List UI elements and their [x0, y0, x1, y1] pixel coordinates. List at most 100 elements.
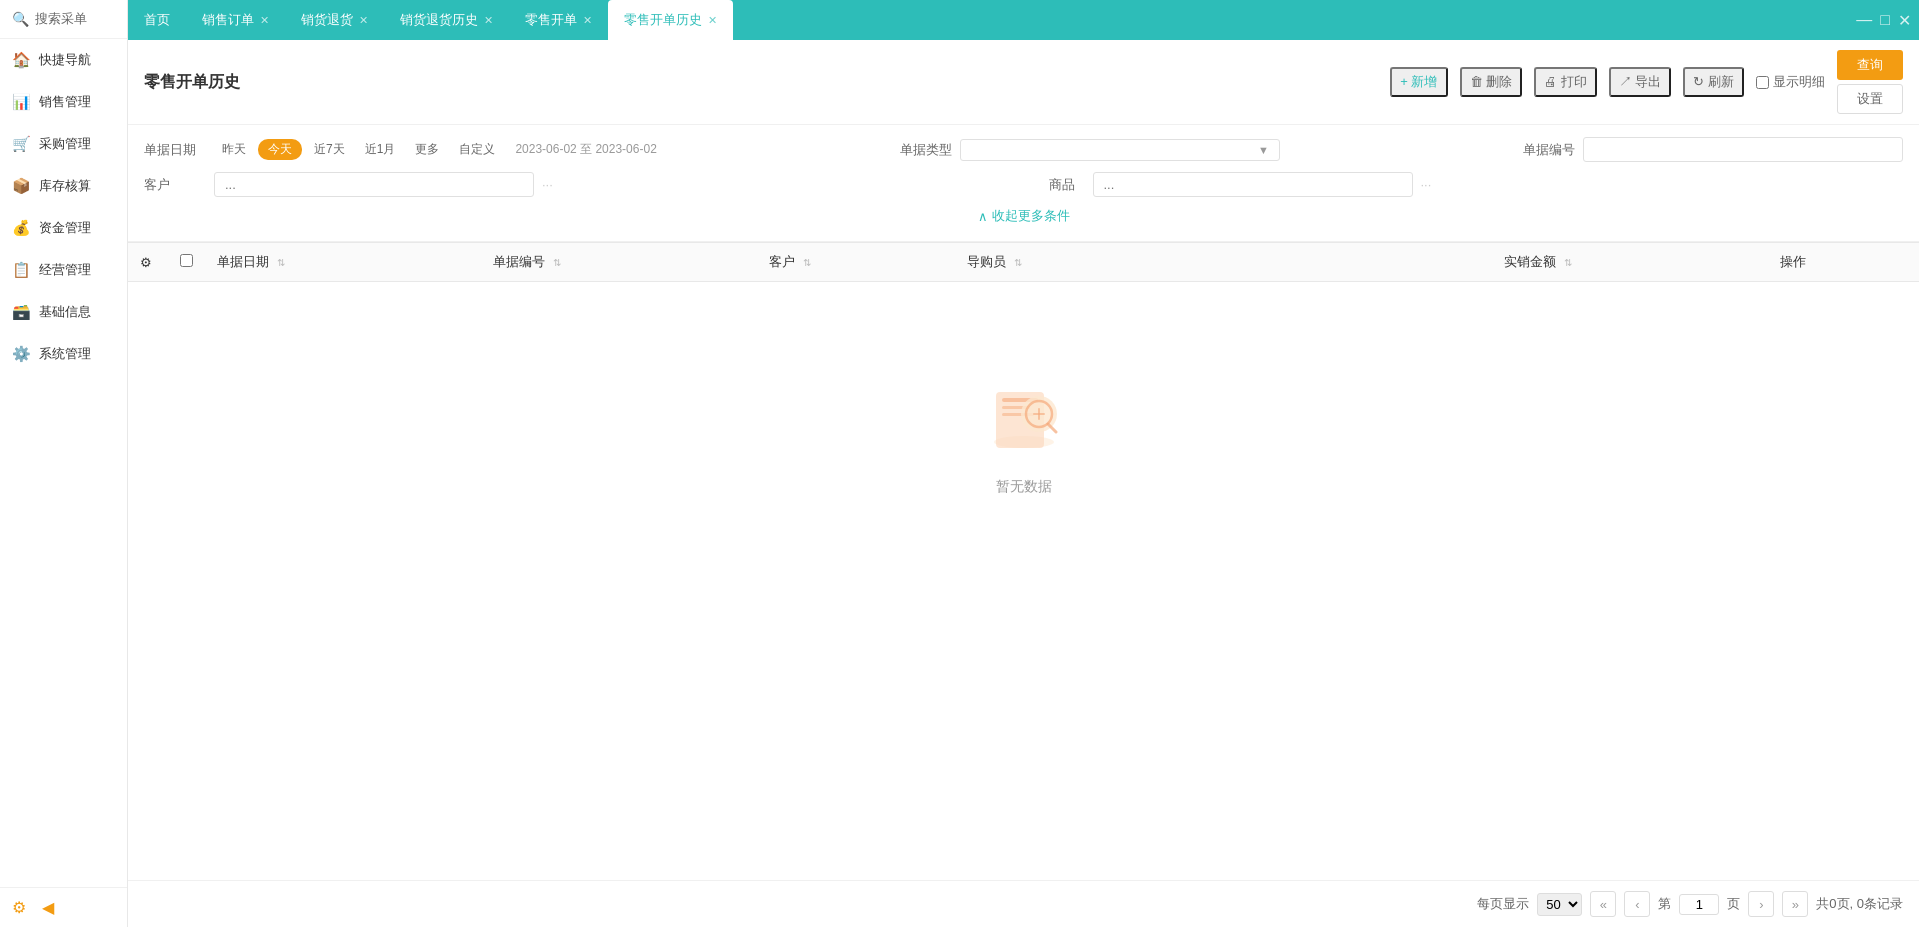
tab-sales-return-history[interactable]: 销货退货历史 ✕ — [384, 0, 509, 40]
page-size-select[interactable]: 50 — [1537, 893, 1582, 916]
sidebar-item-label: 经营管理 — [39, 261, 91, 279]
sort-icon: ⇅ — [1014, 257, 1022, 268]
customer-dots: ··· — [542, 177, 553, 192]
th-checkbox[interactable] — [168, 243, 205, 282]
date-btn-more[interactable]: 更多 — [407, 139, 447, 160]
table-footer: 每页显示 50 « ‹ 第 页 › » 共0页, 0条记录 — [128, 880, 1919, 927]
refresh-button[interactable]: ↻ 刷新 — [1683, 67, 1744, 97]
collapse-bar[interactable]: ∧ 收起更多条件 — [144, 203, 1903, 229]
date-btn-7days[interactable]: 近7天 — [306, 139, 353, 160]
sidebar-search-label: 搜索采单 — [35, 10, 87, 28]
tab-retail-open[interactable]: 零售开单 ✕ — [509, 0, 608, 40]
tab-close-icon[interactable]: ✕ — [708, 14, 717, 27]
customer-input[interactable] — [214, 172, 534, 197]
chevron-down-icon: ▼ — [1258, 144, 1269, 156]
tab-sales-return[interactable]: 销货退货 ✕ — [285, 0, 384, 40]
sidebar-item-quick-nav[interactable]: 🏠 快捷导航 — [0, 39, 127, 81]
tab-retail-open-label: 零售开单 — [525, 11, 577, 29]
maximize-button[interactable]: □ — [1880, 11, 1890, 29]
last-page-button[interactable]: » — [1782, 891, 1808, 917]
close-button[interactable]: ✕ — [1898, 11, 1911, 30]
sidebar-item-label: 系统管理 — [39, 345, 91, 363]
th-settings[interactable]: ⚙ — [128, 243, 168, 282]
page-size-label: 每页显示 — [1477, 895, 1529, 913]
sidebar-item-base-info[interactable]: 🗃️ 基础信息 — [0, 291, 127, 333]
th-action-label: 操作 — [1780, 254, 1806, 269]
query-button[interactable]: 查询 — [1837, 50, 1903, 80]
sidebar-item-sales-mgmt[interactable]: 📊 销售管理 — [0, 81, 127, 123]
th-customer[interactable]: 客户 ⇅ — [757, 243, 955, 282]
tab-close-icon[interactable]: ✕ — [260, 14, 269, 27]
tab-sales-order[interactable]: 销售订单 ✕ — [186, 0, 285, 40]
add-button[interactable]: + 新增 — [1390, 67, 1447, 97]
sidebar-search[interactable]: 🔍 搜索采单 — [0, 0, 127, 39]
display-detail-label: 显示明细 — [1773, 73, 1825, 91]
date-btn-today[interactable]: 今天 — [258, 139, 302, 160]
display-detail-checkbox[interactable] — [1756, 76, 1769, 89]
th-doc-no-label: 单据编号 — [493, 254, 545, 269]
date-btn-1month[interactable]: 近1月 — [357, 139, 404, 160]
delete-button[interactable]: 🗑 删除 — [1460, 67, 1523, 97]
export-button[interactable]: ↗ 导出 — [1609, 67, 1672, 97]
empty-illustration — [974, 362, 1074, 462]
settings-icon[interactable]: ⚙ — [12, 898, 26, 917]
tab-close-icon[interactable]: ✕ — [359, 14, 368, 27]
next-page-icon: › — [1759, 897, 1763, 912]
tab-home-label: 首页 — [144, 11, 170, 29]
tab-home[interactable]: 首页 — [128, 0, 186, 40]
goods-label: 商品 — [1025, 176, 1085, 194]
th-date-label: 单据日期 — [217, 254, 269, 269]
tab-sales-return-label: 销货退货 — [301, 11, 353, 29]
sidebar-item-label: 资金管理 — [39, 219, 91, 237]
tab-close-icon[interactable]: ✕ — [484, 14, 493, 27]
gear-icon: ⚙️ — [12, 345, 31, 363]
sidebar-item-purchase-mgmt[interactable]: 🛒 采购管理 — [0, 123, 127, 165]
page-label: 第 — [1658, 895, 1671, 913]
tab-retail-open-history[interactable]: 零售开单历史 ✕ — [608, 0, 733, 40]
th-doc-no[interactable]: 单据编号 ⇅ — [481, 243, 757, 282]
select-all-checkbox[interactable] — [180, 254, 193, 267]
doc-type-select[interactable]: ▼ — [960, 139, 1280, 161]
empty-state: 暂无数据 — [128, 282, 1919, 576]
sidebar-item-label: 基础信息 — [39, 303, 91, 321]
setting-button[interactable]: 设置 — [1837, 84, 1903, 114]
sidebar-item-sys-mgmt[interactable]: ⚙️ 系统管理 — [0, 333, 127, 375]
sidebar-menu: 🏠 快捷导航 📊 销售管理 🛒 采购管理 📦 库存核算 💰 资金管理 📋 经营管… — [0, 39, 127, 887]
first-page-button[interactable]: « — [1590, 891, 1616, 917]
page-input[interactable] — [1679, 894, 1719, 915]
print-button[interactable]: 🖨 打印 — [1534, 67, 1597, 97]
sort-icon: ⇅ — [277, 257, 285, 268]
doc-no-input[interactable] — [1583, 137, 1903, 162]
search-icon: 🔍 — [12, 11, 29, 27]
th-date[interactable]: 单据日期 ⇅ — [205, 243, 481, 282]
date-range: 2023-06-02 至 2023-06-02 — [515, 141, 656, 158]
tab-retail-open-history-label: 零售开单历史 — [624, 11, 702, 29]
chart-icon: 📊 — [12, 93, 31, 111]
th-guide[interactable]: 导购员 ⇅ — [955, 243, 1192, 282]
minimize-button[interactable]: — — [1856, 11, 1872, 29]
settings-icon[interactable]: ⚙ — [140, 255, 152, 270]
goods-input[interactable] — [1093, 172, 1413, 197]
last-page-icon: » — [1792, 897, 1799, 912]
prev-page-button[interactable]: ‹ — [1624, 891, 1650, 917]
date-btn-yesterday[interactable]: 昨天 — [214, 139, 254, 160]
collapse-icon[interactable]: ◀ — [42, 898, 54, 917]
date-btn-custom[interactable]: 自定义 — [451, 139, 503, 160]
next-page-button[interactable]: › — [1748, 891, 1774, 917]
sidebar-item-finance[interactable]: 💰 资金管理 — [0, 207, 127, 249]
filter-area: 单据日期 昨天 今天 近7天 近1月 更多 自定义 2023-06-02 至 2… — [128, 125, 1919, 242]
th-customer-label: 客户 — [769, 254, 795, 269]
empty-text: 暂无数据 — [996, 478, 1052, 496]
date-label: 单据日期 — [144, 141, 214, 159]
table-header-row: ⚙ 单据日期 ⇅ 单据编号 ⇅ — [128, 243, 1919, 282]
content-area: 零售开单历史 + 新增 🗑 删除 🖨 打印 ↗ 导出 ↻ 刷新 显示明细 查询 … — [128, 40, 1919, 927]
page-title: 零售开单历史 — [144, 72, 240, 93]
window-controls: — □ ✕ — [1856, 11, 1919, 30]
sidebar-item-operations[interactable]: 📋 经营管理 — [0, 249, 127, 291]
customer-label: 客户 — [144, 176, 214, 194]
sidebar-item-inventory[interactable]: 📦 库存核算 — [0, 165, 127, 207]
display-detail-toggle[interactable]: 显示明细 — [1756, 73, 1825, 91]
th-amount[interactable]: 实销金额 ⇅ — [1492, 243, 1768, 282]
tab-close-icon[interactable]: ✕ — [583, 14, 592, 27]
filter-row-1: 单据日期 昨天 今天 近7天 近1月 更多 自定义 2023-06-02 至 2… — [144, 137, 1903, 162]
